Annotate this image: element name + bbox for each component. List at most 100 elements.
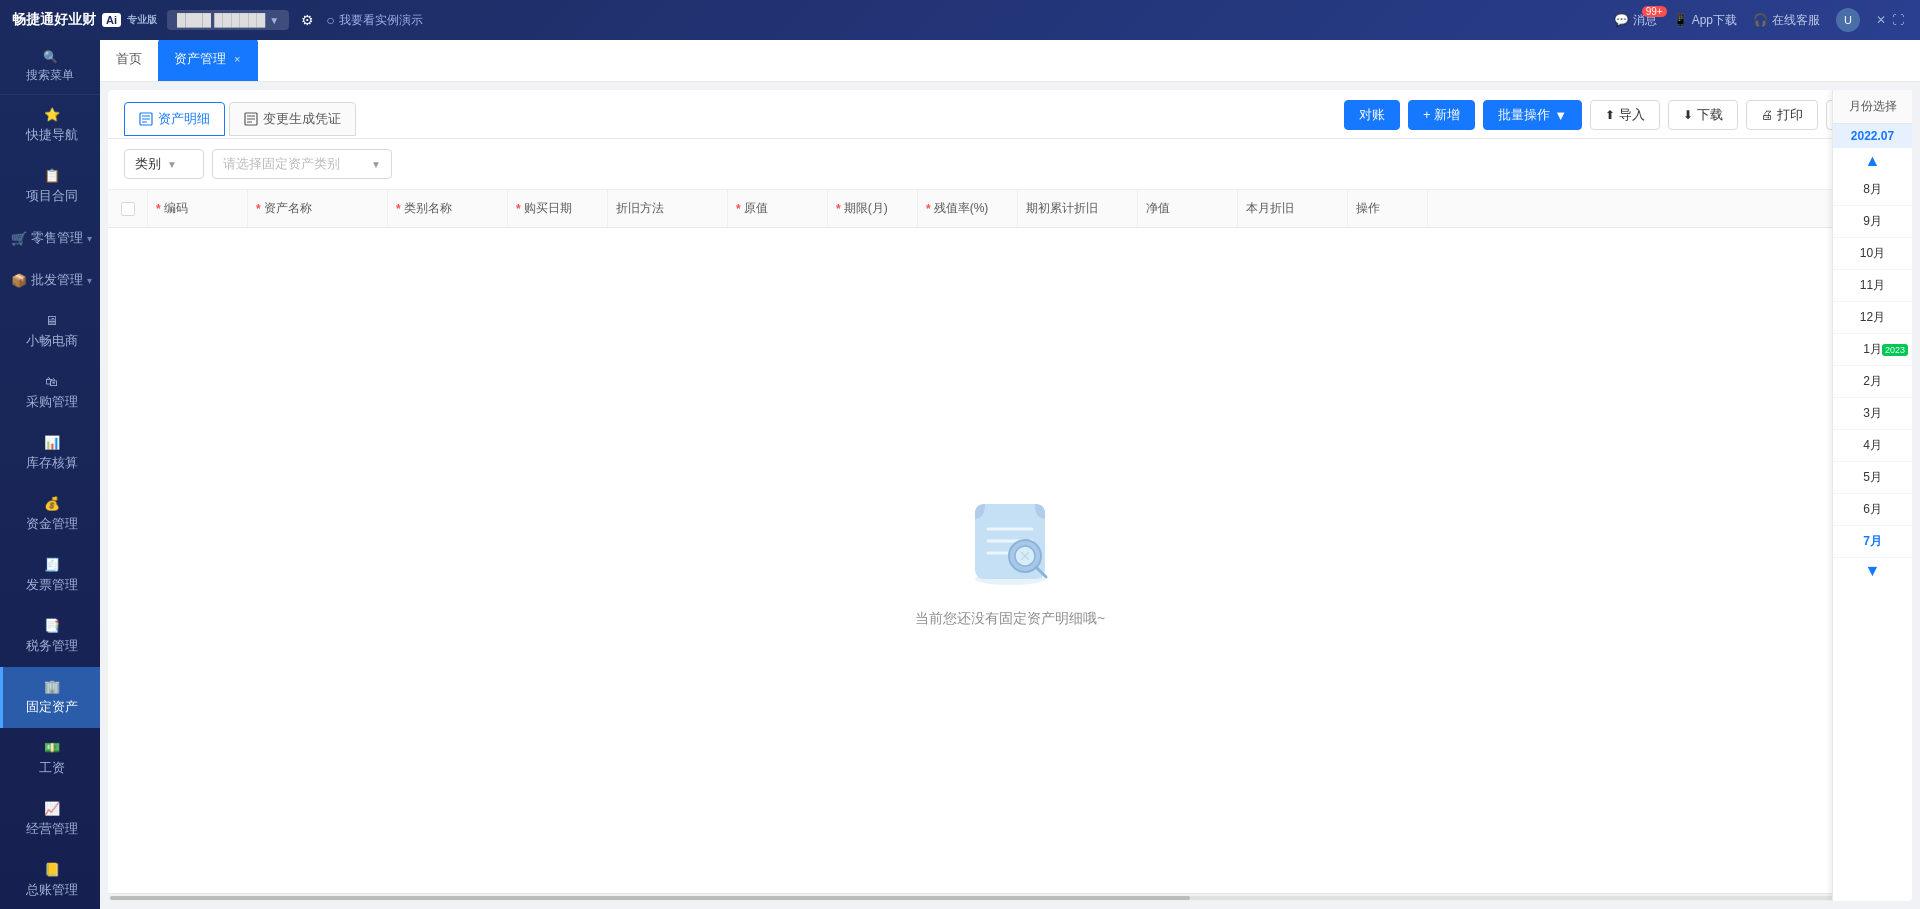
tab-close-icon[interactable]: × <box>232 52 242 66</box>
app-download-button[interactable]: 📱 App下载 <box>1673 12 1737 29</box>
purchase-label: 采购管理 <box>26 393 78 411</box>
sidebar-item-finance[interactable]: 💰 资金管理 <box>0 484 100 545</box>
retail-label: 零售管理 <box>31 229 83 247</box>
demo-link[interactable]: ○ 我要看实例演示 <box>326 12 422 29</box>
settings-button[interactable]: ⚙ <box>297 8 318 32</box>
tax-label: 税务管理 <box>26 637 78 655</box>
category-placeholder: 请选择固定资产类别 <box>223 155 340 173</box>
sidebar: 🔍 搜索菜单 ⭐ 快捷导航 📋 项目合同 🛒 零售管理 ▾ 📦 批发管理 ▾ 🖥… <box>0 40 100 909</box>
app-download-label: App下载 <box>1692 12 1737 29</box>
month-item-9[interactable]: 9月 <box>1833 206 1912 238</box>
customer-service-button[interactable]: 🎧 在线客服 <box>1753 12 1820 29</box>
search-menu-label: 搜索菜单 <box>26 67 74 84</box>
month-item-8[interactable]: 8月 <box>1833 174 1912 206</box>
fixed-assets-label: 固定资产 <box>26 698 78 716</box>
tab-bar: 首页 资产管理 × <box>100 40 1920 82</box>
tax-icon: 📑 <box>44 618 60 633</box>
general-ledger-icon: 📒 <box>44 862 60 877</box>
th-asset-name: * 资产名称 <box>248 190 388 227</box>
message-badge: 99+ <box>1642 6 1667 17</box>
sidebar-item-payroll[interactable]: 💵 工资 <box>0 728 100 789</box>
sidebar-item-inventory[interactable]: 📊 库存核算 <box>0 423 100 484</box>
account-dropdown-icon[interactable]: ▼ <box>269 15 279 26</box>
sidebar-item-fixed-assets[interactable]: 🏢 固定资产 <box>0 667 100 728</box>
select-all-checkbox[interactable] <box>121 202 135 216</box>
download-icon: ⬇ <box>1683 108 1693 122</box>
sidebar-item-wholesale[interactable]: 📦 批发管理 ▾ <box>0 259 100 301</box>
account-name: ████ ██████ <box>177 13 265 27</box>
print-button[interactable]: 🖨 打印 <box>1746 100 1818 130</box>
month-panel-up-arrow[interactable]: ▲ <box>1833 148 1912 174</box>
reconcile-button[interactable]: 对账 <box>1344 100 1400 130</box>
wholesale-icon: 📦 <box>11 273 27 288</box>
general-ledger-label: 总账管理 <box>26 881 78 899</box>
search-menu-icon: 🔍 <box>43 50 58 64</box>
th-accumulated-depreciation: 期初累计折旧 <box>1018 190 1138 227</box>
operations-icon: 📈 <box>44 801 60 816</box>
asset-detail-icon <box>139 112 153 126</box>
window-maximize-button[interactable]: ⛶ <box>1892 13 1904 27</box>
import-button[interactable]: ⬆ 导入 <box>1590 100 1660 130</box>
purchase-icon: 🛍 <box>45 374 58 389</box>
tab-home[interactable]: 首页 <box>100 40 158 81</box>
payroll-icon: 💵 <box>44 740 60 755</box>
sub-tab-bar: 资产明细 变更生成凭证 对账 <box>108 90 1912 139</box>
sidebar-item-mini-ecommerce[interactable]: 🖥 小畅电商 <box>0 301 100 362</box>
th-checkbox[interactable] <box>108 190 148 227</box>
month-item-12[interactable]: 12月 <box>1833 302 1912 334</box>
sub-tab-change-voucher[interactable]: 变更生成凭证 <box>229 102 356 136</box>
batch-ops-button[interactable]: 批量操作 ▼ <box>1483 100 1582 130</box>
demo-link-text: 我要看实例演示 <box>339 12 423 29</box>
top-bar-center: ████ ██████ ▼ ⚙ ○ 我要看实例演示 <box>167 8 1604 32</box>
month-item-7[interactable]: 7月 <box>1833 526 1912 558</box>
month-item-6[interactable]: 6月 <box>1833 494 1912 526</box>
month-panel-down-arrow[interactable]: ▼ <box>1833 558 1912 584</box>
sidebar-item-project-contract[interactable]: 📋 项目合同 <box>0 156 100 217</box>
change-voucher-icon <box>244 112 258 126</box>
project-contract-icon: 📋 <box>44 168 60 183</box>
sidebar-item-purchase[interactable]: 🛍 采购管理 <box>0 362 100 423</box>
inventory-icon: 📊 <box>44 435 60 450</box>
scrollbar-thumb[interactable] <box>110 896 1190 900</box>
empty-state-icon <box>950 494 1070 594</box>
sidebar-item-operations[interactable]: 📈 经营管理 <box>0 789 100 850</box>
th-category-name: * 类别名称 <box>388 190 508 227</box>
month-item-5[interactable]: 5月 <box>1833 462 1912 494</box>
toolbar-right: 对账 + 新增 批量操作 ▼ ⬆ 导入 ⬇ 下载 <box>1344 100 1896 138</box>
message-button[interactable]: 💬 消息 99+ <box>1614 12 1657 29</box>
category-label: 类别 <box>135 155 161 173</box>
sidebar-item-tax[interactable]: 📑 税务管理 <box>0 606 100 667</box>
payroll-label: 工资 <box>39 759 65 777</box>
sidebar-item-retail[interactable]: 🛒 零售管理 ▾ <box>0 217 100 259</box>
category-value-select[interactable]: 请选择固定资产类别 ▼ <box>212 149 392 179</box>
page-content: 资产明细 变更生成凭证 对账 <box>108 90 1912 901</box>
add-new-button[interactable]: + 新增 <box>1408 100 1475 130</box>
category-dropdown-icon: ▼ <box>167 159 177 170</box>
sidebar-item-search-menu[interactable]: 🔍 搜索菜单 <box>0 40 100 95</box>
month-panel-current[interactable]: 2022.07 <box>1833 124 1912 148</box>
app-subtitle: 专业版 <box>127 13 157 27</box>
scrollbar-track[interactable] <box>110 896 1910 900</box>
month-item-3[interactable]: 3月 <box>1833 398 1912 430</box>
month-item-4[interactable]: 4月 <box>1833 430 1912 462</box>
sidebar-item-general-ledger[interactable]: 📒 总账管理 <box>0 850 100 909</box>
empty-state-text: 当前您还没有固定资产明细哦~ <box>915 610 1105 628</box>
table-header: * 编码 * 资产名称 * 类别名称 * 购买日期 <box>108 190 1912 228</box>
up-arrow-icon: ▲ <box>1865 152 1881 170</box>
account-selector[interactable]: ████ ██████ ▼ <box>167 10 289 30</box>
user-avatar[interactable]: U <box>1836 8 1860 32</box>
month-item-11[interactable]: 11月 <box>1833 270 1912 302</box>
th-depreciation-method: 折旧方法 <box>608 190 728 227</box>
sub-tab-asset-detail[interactable]: 资产明细 <box>124 102 225 136</box>
month-item-1[interactable]: 1月 2023 <box>1833 334 1912 366</box>
app-logo: 畅捷通好业财 Ai 专业版 <box>12 11 157 29</box>
category-type-select[interactable]: 类别 ▼ <box>124 149 204 179</box>
month-item-2[interactable]: 2月 <box>1833 366 1912 398</box>
bottom-scrollbar[interactable] <box>108 893 1912 901</box>
window-close-button[interactable]: ✕ <box>1876 13 1886 27</box>
sidebar-item-invoice[interactable]: 🧾 发票管理 <box>0 545 100 606</box>
month-item-10[interactable]: 10月 <box>1833 238 1912 270</box>
tab-asset-management[interactable]: 资产管理 × <box>158 40 258 81</box>
sidebar-item-quick-nav[interactable]: ⭐ 快捷导航 <box>0 95 100 156</box>
download-button[interactable]: ⬇ 下载 <box>1668 100 1738 130</box>
